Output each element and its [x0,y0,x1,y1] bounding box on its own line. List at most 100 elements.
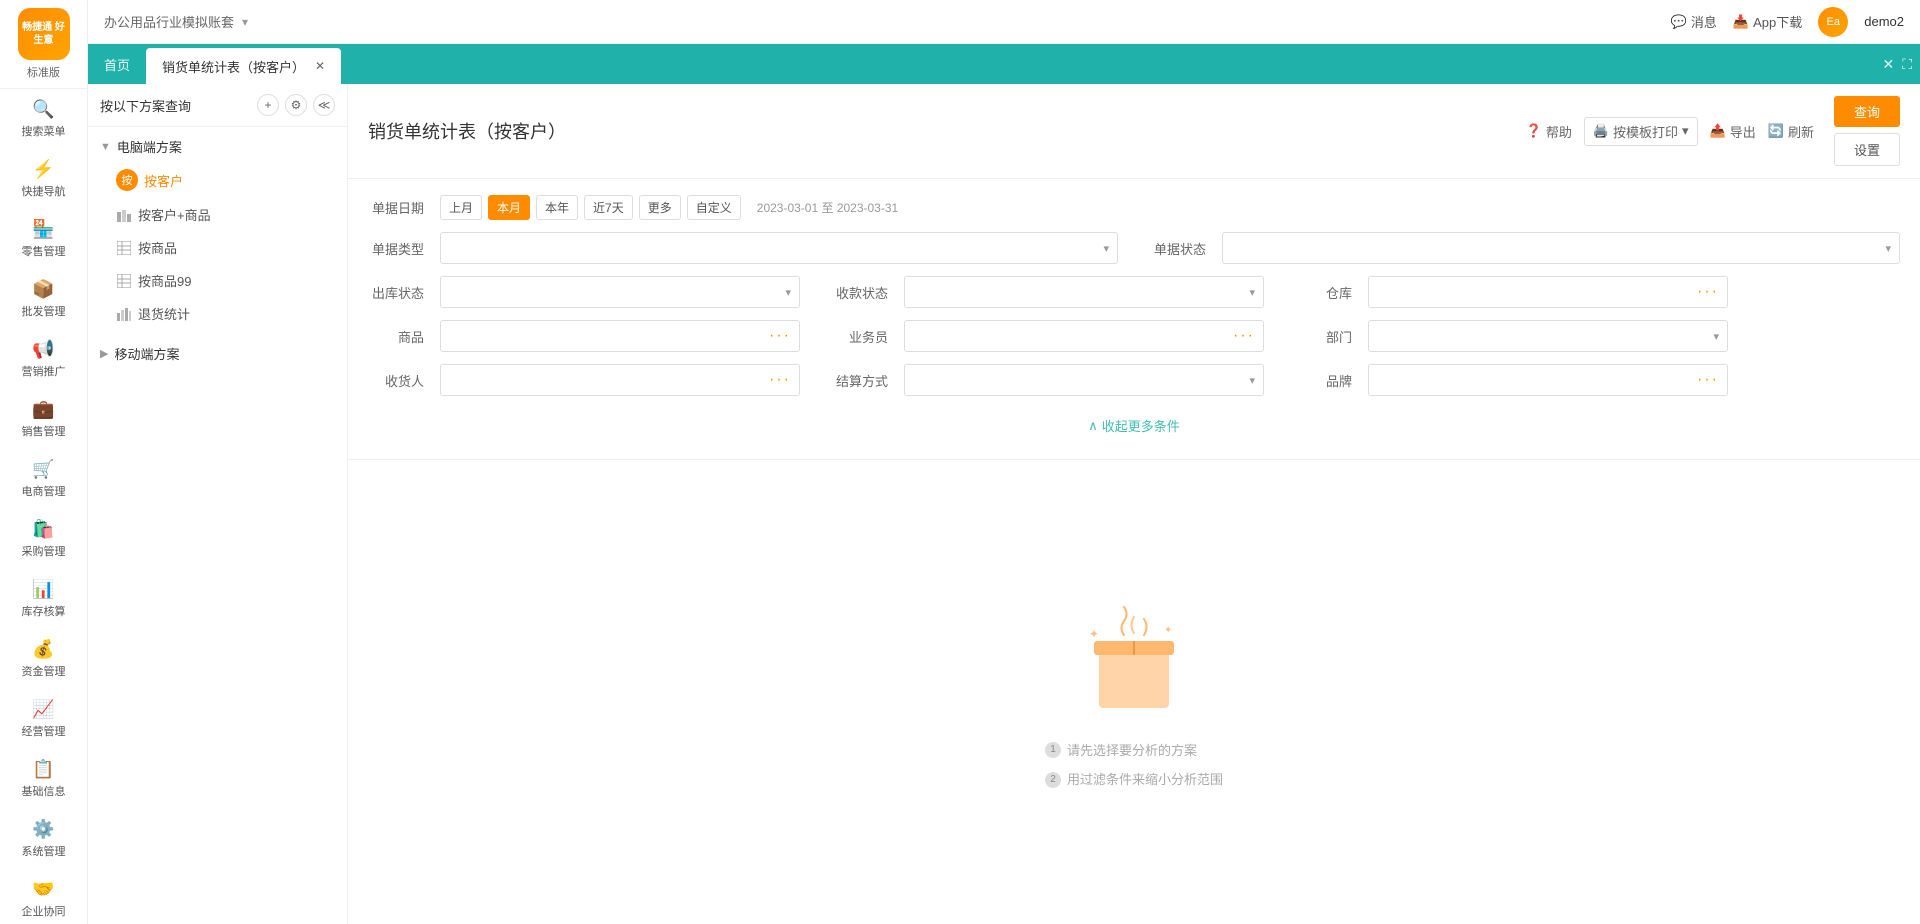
print-btn[interactable]: 🖨️ 按模板打印 ▾ [1584,117,1698,146]
sidebar-item-search-menu[interactable]: 🔍 搜索菜单 [0,89,87,149]
date-btn-last-month[interactable]: 上月 [440,195,482,220]
sidebar-item-finance[interactable]: 💰 资金管理 [0,629,87,689]
collapse-arrow-icon: ∧ [1088,418,1098,434]
ecommerce-icon: 🛒 [32,459,54,480]
sidebar-item-wholesale[interactable]: 📦 批发管理 [0,269,87,329]
scheme-panel-header: 按以下方案查询 + ⚙ ≪ [88,84,347,127]
tab-home[interactable]: 首页 [88,44,146,84]
app-brand: 标准版 [27,64,60,80]
scheme-item-return-stat[interactable]: 退货统计 [88,297,347,330]
salesperson-more-icon: ··· [1233,327,1255,345]
sidebar-item-cooperation[interactable]: 🤝 企业协同 [0,869,87,924]
doc-status-label: 单据状态 [1150,239,1206,258]
filter-area: 单据日期 上月 本月 本年 近7天 更多 自定义 2023-03-01 至 20… [348,179,1920,460]
purchase-icon: 🛍️ [32,519,54,540]
scheme-item-by-customer[interactable]: 按 按客户 [88,162,347,198]
scheme-collapse-btn[interactable]: ≪ [313,94,335,116]
wholesale-icon: 📦 [32,279,54,300]
filter-row-status: 出库状态 ▾ 收款状态 ▾ 仓库 ··· [368,276,1900,308]
messages-btn[interactable]: 💬 消息 [1671,12,1717,31]
salesperson-select[interactable]: ··· [904,320,1264,352]
doc-type-select[interactable]: ▾ [440,232,1118,264]
scheme-panel-title: 按以下方案查询 [100,96,191,115]
department-select[interactable]: ▾ [1368,320,1728,352]
empty-illustration: ✦ ✦ [1069,593,1199,723]
query-btn[interactable]: 查询 [1834,96,1900,127]
content-area: 销货单统计表（按客户） ❓ 帮助 🖨️ 按模板打印 ▾ 📤 导出 [348,84,1920,924]
date-btn-custom[interactable]: 自定义 [687,195,741,220]
retail-icon: 🏪 [32,219,54,240]
sidebar-item-system[interactable]: ⚙️ 系统管理 [0,809,87,869]
message-icon: 💬 [1671,14,1687,30]
export-icon: 📤 [1710,123,1726,139]
help-btn[interactable]: ❓ 帮助 [1526,122,1572,141]
scheme-item-by-customer-goods[interactable]: 按客户+商品 [88,198,347,231]
finance-icon: 💰 [32,639,54,660]
date-btn-this-year[interactable]: 本年 [536,195,578,220]
sidebar-item-basic-info[interactable]: 📋 基础信息 [0,749,87,809]
department-arrow: ▾ [1713,330,1719,343]
sidebar-item-inventory[interactable]: 📊 库存核算 [0,569,87,629]
app-download-btn[interactable]: 📥 App下载 [1733,12,1802,31]
doc-status-select[interactable]: ▾ [1222,232,1900,264]
header-dropdown-icon[interactable]: ▾ [242,15,248,29]
refresh-btn[interactable]: 🔄 刷新 [1768,122,1814,141]
scheme-item-by-goods[interactable]: 按商品 [88,231,347,264]
sidebar-item-quick-nav[interactable]: ⚡ 快捷导航 [0,149,87,209]
scheme-settings-btn[interactable]: ⚙ [285,94,307,116]
tab-maximize-actions: ✕ ⛶ [1882,56,1920,73]
receiver-more-icon: ··· [769,371,791,389]
date-btn-this-month[interactable]: 本月 [488,195,530,220]
scheme-add-btn[interactable]: + [257,94,279,116]
scheme-group-pc-header[interactable]: ▼ 电脑端方案 [88,131,347,162]
brand-select[interactable]: ··· [1368,364,1728,396]
sidebar-item-marketing[interactable]: 📢 营销推广 [0,329,87,389]
tab-close-icon[interactable]: ✕ [315,59,325,73]
close-window-icon[interactable]: ✕ [1882,56,1894,73]
date-btn-7days[interactable]: 近7天 [584,195,633,220]
settings-btn[interactable]: 设置 [1834,133,1900,166]
goods-more-icon: ··· [769,327,791,345]
scheme-item-label: 按客户 [144,171,183,190]
doc-type-arrow: ▾ [1103,242,1109,255]
department-label: 部门 [1296,327,1352,346]
print-icon: 🖨️ [1593,123,1609,139]
collapse-btn[interactable]: ∧ 收起更多条件 [1088,416,1180,435]
main-area: 办公用品行业模拟账套 ▾ 💬 消息 📥 App下载 Ea demo2 首页 销货… [88,0,1920,924]
sidebar-item-sales[interactable]: 💼 销售管理 [0,389,87,449]
sidebar-item-operations[interactable]: 📈 经营管理 [0,689,87,749]
page-title-bar: 销货单统计表（按客户） ❓ 帮助 🖨️ 按模板打印 ▾ 📤 导出 [348,84,1920,179]
receiver-select[interactable]: ··· [440,364,800,396]
sidebar-item-retail[interactable]: 🏪 零售管理 [0,209,87,269]
collapse-row: ∧ 收起更多条件 [368,408,1900,443]
username[interactable]: demo2 [1864,14,1904,29]
out-status-label: 出库状态 [368,283,424,302]
header-right: 💬 消息 📥 App下载 Ea demo2 [1671,7,1904,37]
export-btn[interactable]: 📤 导出 [1710,122,1756,141]
refresh-icon: 🔄 [1768,123,1784,139]
sidebar-item-ecommerce[interactable]: 🛒 电商管理 [0,449,87,509]
out-status-select[interactable]: ▾ [440,276,800,308]
maximize-icon[interactable]: ⛶ [1902,56,1912,73]
scheme-group-pc: ▼ 电脑端方案 按 按客户 按客户+商品 [88,127,347,334]
sidebar-item-purchase[interactable]: 🛍️ 采购管理 [0,509,87,569]
goods-select[interactable]: ··· [440,320,800,352]
scheme-item-by-goods-99[interactable]: 按商品99 [88,264,347,297]
tab-sales-stat[interactable]: 销货单统计表（按客户） ✕ [146,48,341,84]
mobile-group-arrow-icon: ▶ [100,347,108,360]
empty-hint-1-text: 请先选择要分析的方案 [1067,739,1197,762]
receipt-status-select[interactable]: ▾ [904,276,1264,308]
empty-hint-1: 1 请先选择要分析的方案 [1045,739,1223,762]
empty-hint-2-text: 用过滤条件来缩小分析范围 [1067,768,1223,791]
cooperation-icon: 🤝 [32,879,54,900]
sales-icon: 💼 [32,399,54,420]
scheme-group-mobile: ▶ 移动端方案 [88,334,347,373]
warehouse-select[interactable]: ··· [1368,276,1728,308]
settlement-select[interactable]: ▾ [904,364,1264,396]
search-icon: 🔍 [32,99,54,120]
avatar[interactable]: Ea [1818,7,1848,37]
date-btn-more[interactable]: 更多 [639,195,681,220]
filter-row-goods: 商品 ··· 业务员 ··· 部门 ▾ [368,320,1900,352]
scheme-group-mobile-header[interactable]: ▶ 移动端方案 [88,338,347,369]
help-label: 帮助 [1546,122,1572,141]
